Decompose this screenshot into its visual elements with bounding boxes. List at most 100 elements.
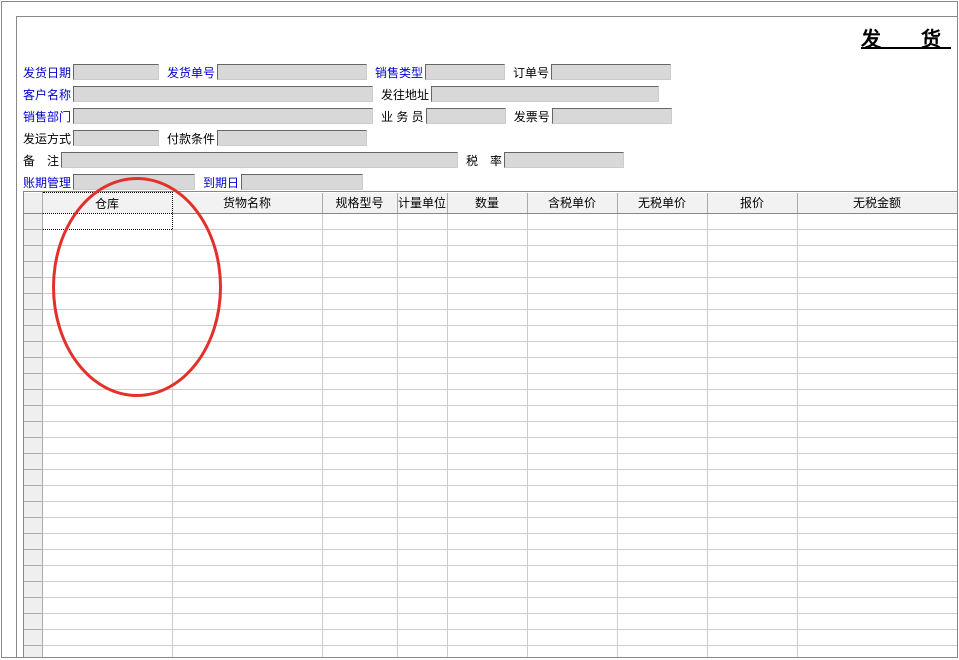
- table-cell[interactable]: [797, 630, 957, 646]
- col-header-9[interactable]: 无税金额: [797, 193, 957, 214]
- table-row[interactable]: [24, 390, 957, 406]
- table-cell[interactable]: [447, 214, 527, 230]
- table-cell[interactable]: [397, 246, 447, 262]
- table-cell[interactable]: [707, 438, 797, 454]
- table-cell[interactable]: [527, 358, 617, 374]
- table-cell[interactable]: [322, 518, 397, 534]
- table-cell[interactable]: [397, 358, 447, 374]
- col-header-3[interactable]: 规格型号: [322, 193, 397, 214]
- table-cell[interactable]: [397, 630, 447, 646]
- input-invoice-no[interactable]: [552, 108, 672, 124]
- table-cell[interactable]: [24, 406, 42, 422]
- table-cell[interactable]: [322, 278, 397, 294]
- table-row[interactable]: [24, 358, 957, 374]
- table-cell[interactable]: [42, 310, 172, 326]
- table-cell[interactable]: [397, 518, 447, 534]
- col-header-7[interactable]: 无税单价: [617, 193, 707, 214]
- table-cell[interactable]: [617, 422, 707, 438]
- table-cell[interactable]: [617, 214, 707, 230]
- table-cell[interactable]: [24, 230, 42, 246]
- table-cell[interactable]: [397, 326, 447, 342]
- table-cell[interactable]: [707, 566, 797, 582]
- table-cell[interactable]: [24, 214, 42, 230]
- table-cell[interactable]: [797, 470, 957, 486]
- table-cell[interactable]: [447, 374, 527, 390]
- table-cell[interactable]: [447, 614, 527, 630]
- table-cell[interactable]: [24, 438, 42, 454]
- table-cell[interactable]: [527, 566, 617, 582]
- table-cell[interactable]: [447, 454, 527, 470]
- table-cell[interactable]: [322, 646, 397, 658]
- table-cell[interactable]: [527, 342, 617, 358]
- table-cell[interactable]: [24, 518, 42, 534]
- table-cell[interactable]: [172, 214, 322, 230]
- table-cell[interactable]: [707, 646, 797, 658]
- input-tax-rate[interactable]: [504, 152, 624, 168]
- table-cell[interactable]: [527, 294, 617, 310]
- table-cell[interactable]: [527, 278, 617, 294]
- col-header-6[interactable]: 含税单价: [527, 193, 617, 214]
- table-cell[interactable]: [797, 230, 957, 246]
- col-header-2[interactable]: 货物名称: [172, 193, 322, 214]
- table-cell[interactable]: [397, 566, 447, 582]
- table-row[interactable]: [24, 614, 957, 630]
- table-cell[interactable]: [447, 230, 527, 246]
- table-cell[interactable]: [707, 470, 797, 486]
- table-cell[interactable]: [42, 294, 172, 310]
- table-cell[interactable]: [172, 310, 322, 326]
- table-cell[interactable]: [397, 598, 447, 614]
- table-row[interactable]: [24, 582, 957, 598]
- table-cell[interactable]: [24, 390, 42, 406]
- table-cell[interactable]: [797, 438, 957, 454]
- table-cell[interactable]: [447, 326, 527, 342]
- table-cell[interactable]: [617, 246, 707, 262]
- table-cell[interactable]: [797, 326, 957, 342]
- table-cell[interactable]: [322, 534, 397, 550]
- table-cell[interactable]: [42, 582, 172, 598]
- table-cell[interactable]: [707, 550, 797, 566]
- table-cell[interactable]: [797, 582, 957, 598]
- table-cell[interactable]: [447, 534, 527, 550]
- table-cell[interactable]: [707, 502, 797, 518]
- table-cell[interactable]: [24, 502, 42, 518]
- table-cell[interactable]: [172, 550, 322, 566]
- table-cell[interactable]: [172, 470, 322, 486]
- table-cell[interactable]: [617, 390, 707, 406]
- table-cell[interactable]: [797, 646, 957, 658]
- table-cell[interactable]: [617, 406, 707, 422]
- table-cell[interactable]: [617, 518, 707, 534]
- table-cell[interactable]: [797, 390, 957, 406]
- table-cell[interactable]: [447, 262, 527, 278]
- col-header-1[interactable]: 仓库: [42, 193, 172, 214]
- table-cell[interactable]: [42, 534, 172, 550]
- table-cell[interactable]: [24, 294, 42, 310]
- table-cell[interactable]: [42, 486, 172, 502]
- table-cell[interactable]: [42, 470, 172, 486]
- table-cell[interactable]: [397, 262, 447, 278]
- table-cell[interactable]: [322, 582, 397, 598]
- table-cell[interactable]: [707, 422, 797, 438]
- table-cell[interactable]: [447, 646, 527, 658]
- table-cell[interactable]: [42, 246, 172, 262]
- table-cell[interactable]: [42, 390, 172, 406]
- table-cell[interactable]: [42, 326, 172, 342]
- table-cell[interactable]: [447, 310, 527, 326]
- table-cell[interactable]: [24, 358, 42, 374]
- table-cell[interactable]: [707, 486, 797, 502]
- table-cell[interactable]: [447, 358, 527, 374]
- table-cell[interactable]: [617, 614, 707, 630]
- table-cell[interactable]: [42, 278, 172, 294]
- table-row[interactable]: [24, 406, 957, 422]
- input-ship-no[interactable]: [217, 64, 367, 80]
- table-cell[interactable]: [617, 534, 707, 550]
- table-cell[interactable]: [24, 262, 42, 278]
- table-cell[interactable]: [707, 454, 797, 470]
- table-cell[interactable]: [617, 646, 707, 658]
- table-cell[interactable]: [322, 342, 397, 358]
- table-cell[interactable]: [42, 342, 172, 358]
- table-cell[interactable]: [397, 454, 447, 470]
- table-cell[interactable]: [797, 342, 957, 358]
- table-cell[interactable]: [527, 262, 617, 278]
- table-row[interactable]: [24, 486, 957, 502]
- table-cell[interactable]: [42, 566, 172, 582]
